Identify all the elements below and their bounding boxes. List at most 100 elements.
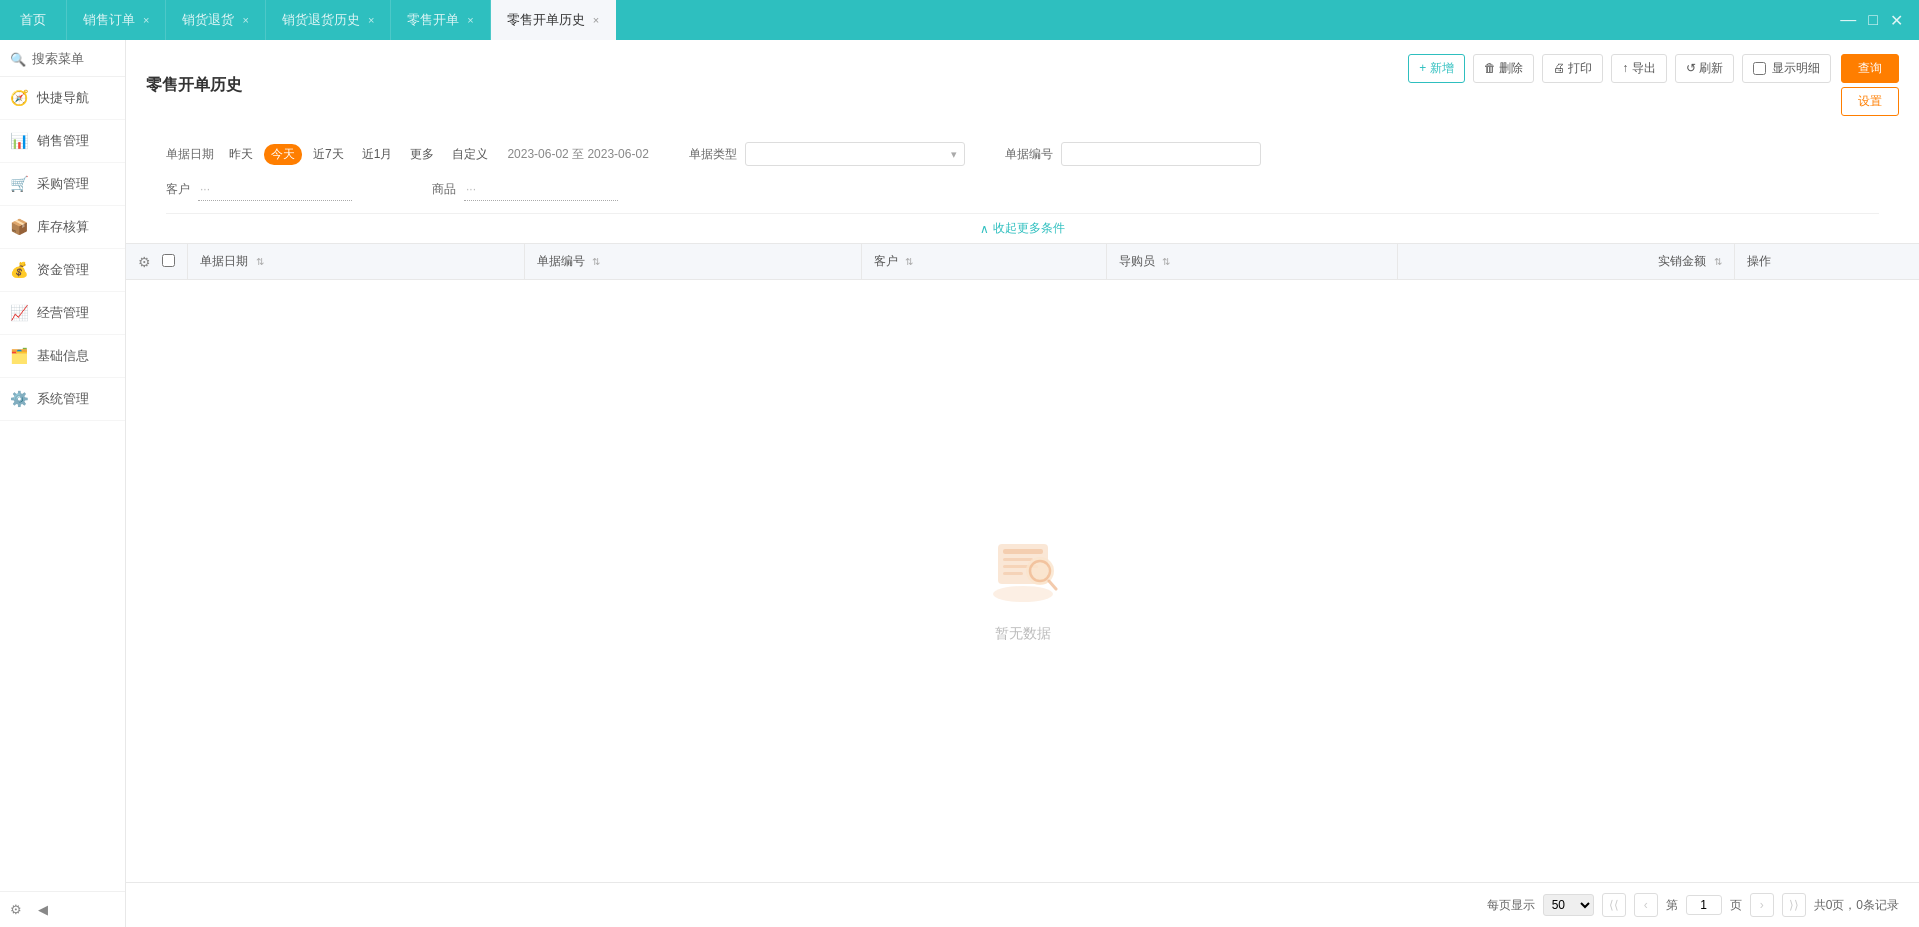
page-title-row: 零售开单历史 + 新增 🗑 删除 🖨 打印 ↑ 导出 ↺ 刷新 显示明细: [146, 54, 1899, 116]
sidebar-search[interactable]: 🔍 搜索菜单: [0, 40, 125, 77]
sidebar-item-sales-label: 销售管理: [37, 132, 89, 150]
close-icon[interactable]: ✕: [1890, 11, 1903, 30]
tab-retail-open[interactable]: 零售开单 ×: [391, 0, 490, 40]
filter-area: 单据日期 昨天 今天 近7天 近1月 更多 自定义 2023-06-02 至 2…: [146, 130, 1899, 243]
date-option-1month[interactable]: 近1月: [355, 144, 400, 165]
header-customer: 客户 ⇅: [861, 244, 1106, 280]
table-settings-icon[interactable]: ⚙: [138, 254, 151, 270]
date-range-text: 2023-06-02 至 2023-06-02: [507, 146, 648, 163]
sidebar-item-operations[interactable]: 📈 经营管理: [0, 292, 125, 335]
tab-home[interactable]: 首页: [0, 0, 67, 40]
sidebar-search-label: 搜索菜单: [32, 50, 84, 68]
display-detail-button[interactable]: 显示明细: [1742, 54, 1831, 83]
sales-icon: 📊: [10, 132, 29, 150]
doc-no-input[interactable]: [1061, 142, 1261, 166]
retail-open-history-tab-close[interactable]: ×: [593, 15, 599, 26]
amount-sort-icon[interactable]: ⇅: [1714, 256, 1722, 267]
collapse-bar[interactable]: ∧ 收起更多条件: [166, 213, 1879, 243]
sidebar-item-system[interactable]: ⚙️ 系统管理: [0, 378, 125, 421]
select-all-checkbox[interactable]: [162, 254, 175, 267]
filter-customer: 客户: [166, 178, 352, 201]
maximize-icon[interactable]: □: [1868, 11, 1878, 30]
print-button[interactable]: 🖨 打印: [1542, 54, 1603, 83]
sales-order-tab-close[interactable]: ×: [143, 15, 149, 26]
collapse-icon: ∧: [980, 222, 989, 236]
pagination-bar: 每页显示 10 20 50 100 ⟨⟨ ‹ 第 页 › ⟩⟩ 共0页，0条记录: [126, 882, 1919, 927]
header-action: 操作: [1734, 244, 1919, 280]
empty-text: 暂无数据: [995, 625, 1051, 643]
date-option-today[interactable]: 今天: [264, 144, 302, 165]
sales-return-history-tab-label: 销货退货历史: [282, 11, 360, 29]
sidebar-item-basic-info[interactable]: 🗂️ 基础信息: [0, 335, 125, 378]
refresh-button[interactable]: ↺ 刷新: [1675, 54, 1734, 83]
search-icon: 🔍: [10, 52, 26, 67]
add-button[interactable]: + 新增: [1408, 54, 1464, 83]
sidebar-item-quick-nav[interactable]: 🧭 快捷导航: [0, 77, 125, 120]
salesperson-sort-icon[interactable]: ⇅: [1162, 256, 1170, 267]
retail-open-tab-close[interactable]: ×: [467, 15, 473, 26]
export-button[interactable]: ↑ 导出: [1611, 54, 1666, 83]
current-page-input[interactable]: [1686, 895, 1722, 915]
date-option-more[interactable]: 更多: [403, 144, 441, 165]
sidebar-item-purchase-mgmt[interactable]: 🛒 采购管理: [0, 163, 125, 206]
filter-row-2: 客户 商品: [166, 178, 1879, 201]
date-option-custom[interactable]: 自定义: [445, 144, 495, 165]
minimize-icon[interactable]: —: [1840, 11, 1856, 30]
tab-sales-return[interactable]: 销货退货 ×: [166, 0, 265, 40]
no-sort-icon[interactable]: ⇅: [592, 256, 600, 267]
per-page-select[interactable]: 10 20 50 100: [1543, 894, 1594, 916]
basic-info-icon: 🗂️: [10, 347, 29, 365]
tab-retail-open-history[interactable]: 零售开单历史 ×: [491, 0, 616, 40]
sales-return-history-tab-close[interactable]: ×: [368, 15, 374, 26]
sidebar: 🔍 搜索菜单 🧭 快捷导航 📊 销售管理 🛒 采购管理 📦 库存核算 💰 资金管…: [0, 40, 126, 927]
tab-sales-order[interactable]: 销售订单 ×: [67, 0, 166, 40]
doc-type-select[interactable]: [745, 142, 965, 166]
date-option-7days[interactable]: 近7天: [306, 144, 351, 165]
sidebar-item-quick-nav-label: 快捷导航: [37, 89, 89, 107]
sidebar-item-inventory-label: 库存核算: [37, 218, 89, 236]
filter-product: 商品: [432, 178, 618, 201]
page-title: 零售开单历史: [146, 75, 242, 96]
last-page-button[interactable]: ⟩⟩: [1782, 893, 1806, 917]
purchase-icon: 🛒: [10, 175, 29, 193]
date-label: 单据日期: [166, 146, 214, 163]
first-page-button[interactable]: ⟨⟨: [1602, 893, 1626, 917]
sidebar-item-finance-label: 资金管理: [37, 261, 89, 279]
sidebar-item-finance[interactable]: 💰 资金管理: [0, 249, 125, 292]
svg-rect-2: [1003, 549, 1043, 554]
query-button[interactable]: 查询: [1841, 54, 1899, 83]
home-tab-label: 首页: [20, 11, 46, 29]
table-section: ⚙ 单据日期 ⇅ 单据编号 ⇅: [126, 244, 1919, 927]
sidebar-collapse-icon[interactable]: ◀: [38, 902, 48, 917]
settings-button[interactable]: 设置: [1841, 87, 1899, 116]
filter-doc-type: 单据类型: [689, 142, 965, 166]
doc-type-label: 单据类型: [689, 146, 737, 163]
sidebar-item-sales-mgmt[interactable]: 📊 销售管理: [0, 120, 125, 163]
product-input[interactable]: [464, 178, 618, 201]
svg-point-0: [993, 586, 1053, 602]
tab-sales-return-history[interactable]: 销货退货历史 ×: [266, 0, 391, 40]
page-header: 零售开单历史 + 新增 🗑 删除 🖨 打印 ↑ 导出 ↺ 刷新 显示明细: [126, 40, 1919, 244]
retail-open-history-tab-label: 零售开单历史: [507, 11, 585, 29]
operations-icon: 📈: [10, 304, 29, 322]
date-option-yesterday[interactable]: 昨天: [222, 144, 260, 165]
header-date-label: 单据日期: [200, 254, 248, 268]
display-detail-checkbox[interactable]: [1753, 62, 1766, 75]
filter-date-options: 昨天 今天 近7天 近1月 更多 自定义: [222, 144, 495, 165]
prev-page-button[interactable]: ‹: [1634, 893, 1658, 917]
page-label-post: 页: [1730, 897, 1742, 914]
delete-button[interactable]: 🗑 删除: [1473, 54, 1534, 83]
customer-input[interactable]: [198, 178, 352, 201]
total-info: 共0页，0条记录: [1814, 897, 1899, 914]
sidebar-settings-icon[interactable]: ⚙: [10, 902, 22, 917]
sales-return-tab-close[interactable]: ×: [242, 15, 248, 26]
date-sort-icon[interactable]: ⇅: [256, 256, 264, 267]
svg-line-8: [1049, 581, 1056, 589]
sidebar-bottom: ⚙ ◀: [0, 891, 125, 927]
filter-doc-no: 单据编号: [1005, 142, 1261, 166]
collapse-label: 收起更多条件: [993, 220, 1065, 237]
next-page-button[interactable]: ›: [1750, 893, 1774, 917]
sidebar-item-inventory[interactable]: 📦 库存核算: [0, 206, 125, 249]
retail-open-tab-label: 零售开单: [407, 11, 459, 29]
customer-sort-icon[interactable]: ⇅: [905, 256, 913, 267]
